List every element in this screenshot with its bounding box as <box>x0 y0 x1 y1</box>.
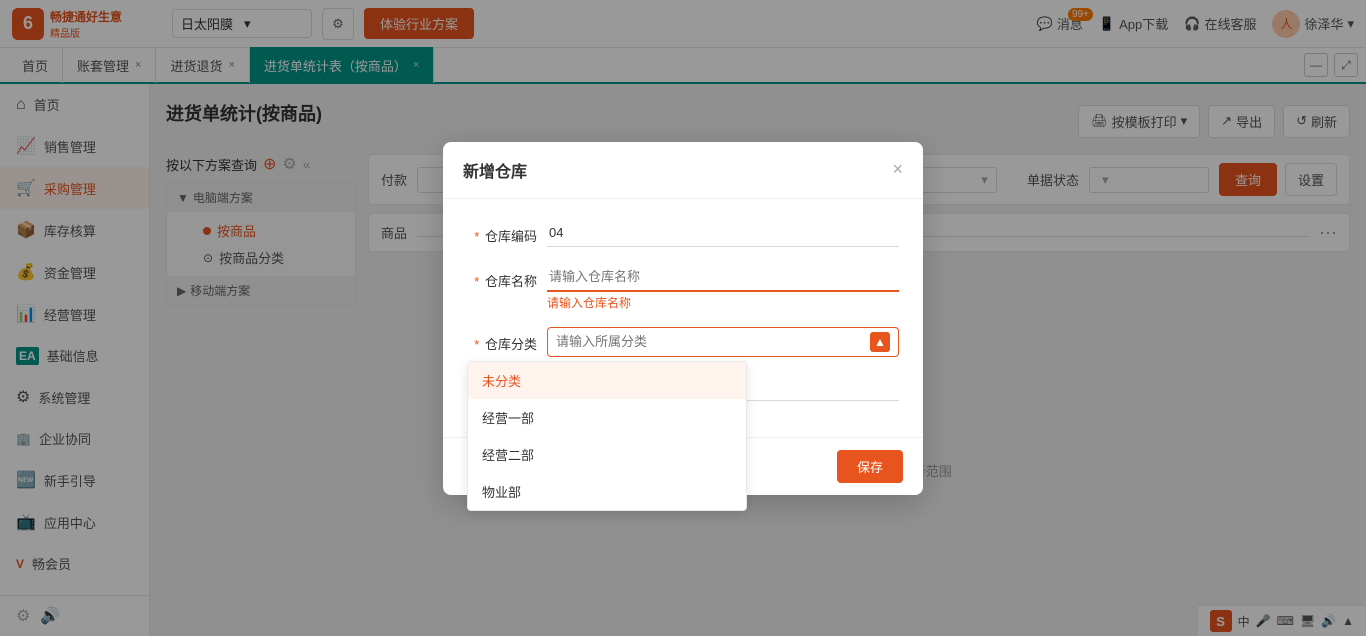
category-dropdown: 未分类 经营一部 经营二部 物业部 <box>467 361 747 511</box>
modal-close-button[interactable]: × <box>892 159 903 180</box>
category-label: * 仓库分类 <box>467 327 547 353</box>
category-chevron-up-icon[interactable]: ▲ <box>870 332 890 352</box>
modal-title: 新增仓库 <box>463 158 527 182</box>
name-input[interactable] <box>547 263 899 292</box>
form-row-category: * 仓库分类 ▲ 未分类 经营一部 经营二部 物业部 <box>467 327 899 357</box>
save-button[interactable]: 保存 <box>837 450 903 483</box>
name-label: * 仓库名称 <box>467 264 547 290</box>
modal-body: * 仓库编码 * 仓库名称 请输入仓库名称 <box>443 199 923 437</box>
dropdown-item-uncategorized[interactable]: 未分类 <box>468 362 746 399</box>
modal-overlay: 新增仓库 × * 仓库编码 * 仓库名称 <box>0 0 1366 636</box>
dropdown-item-dept1[interactable]: 经营一部 <box>468 399 746 436</box>
form-row-code: * 仓库编码 <box>467 219 899 247</box>
code-label: * 仓库编码 <box>467 219 547 245</box>
new-warehouse-modal: 新增仓库 × * 仓库编码 * 仓库名称 <box>443 142 923 495</box>
dropdown-item-dept2[interactable]: 经营二部 <box>468 436 746 473</box>
code-input[interactable] <box>547 219 899 247</box>
dropdown-item-property[interactable]: 物业部 <box>468 473 746 510</box>
modal-header: 新增仓库 × <box>443 142 923 199</box>
form-row-name: * 仓库名称 请输入仓库名称 <box>467 263 899 311</box>
category-input[interactable] <box>556 334 870 349</box>
category-input-wrap[interactable]: ▲ <box>547 327 899 357</box>
name-error-msg: 请输入仓库名称 <box>547 294 631 311</box>
